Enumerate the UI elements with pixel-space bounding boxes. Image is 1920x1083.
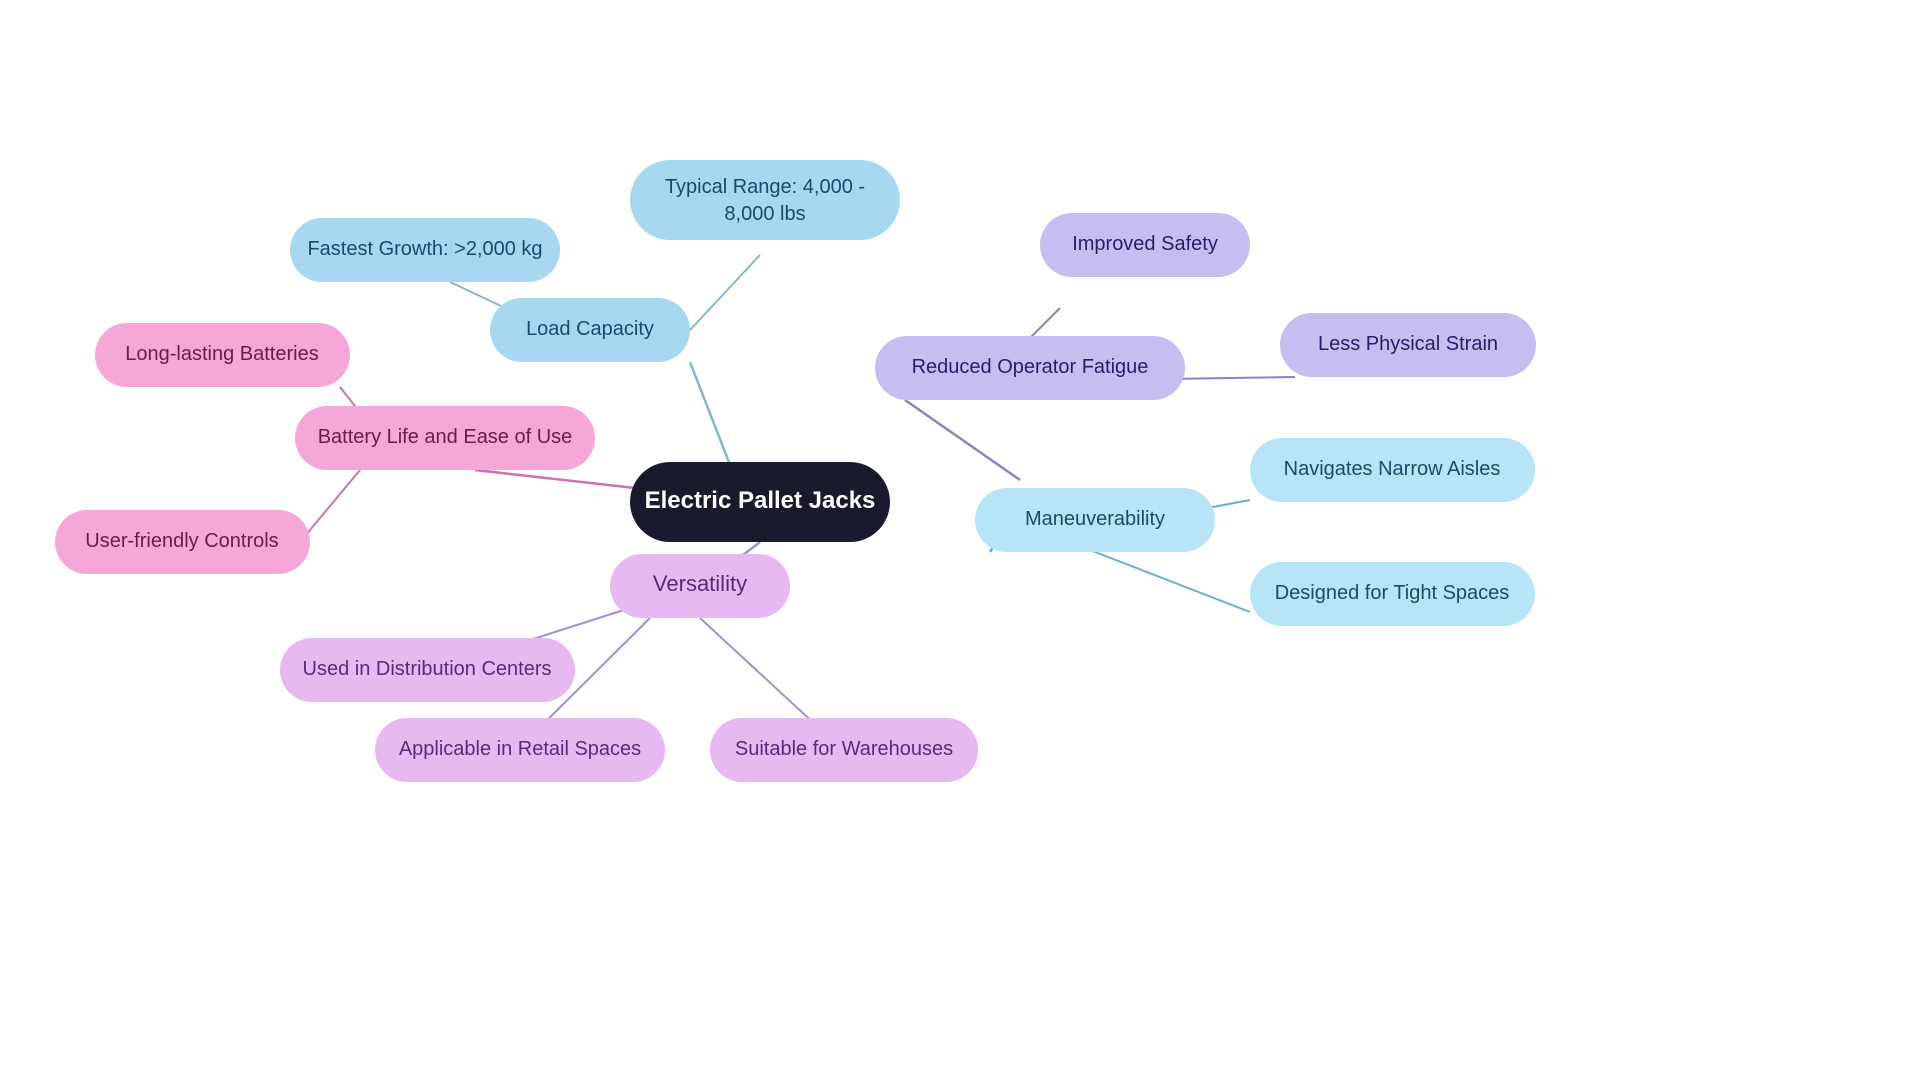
svg-text:Versatility: Versatility: [653, 571, 747, 596]
svg-text:Electric Pallet Jacks: Electric Pallet Jacks: [645, 487, 876, 514]
svg-text:Fastest Growth: >2,000 kg: Fastest Growth: >2,000 kg: [307, 238, 542, 260]
svg-text:Designed for Tight Spaces: Designed for Tight Spaces: [1275, 582, 1510, 604]
svg-text:Used in Distribution Centers: Used in Distribution Centers: [303, 658, 552, 680]
svg-text:Typical Range: 4,000 -: Typical Range: 4,000 -: [665, 176, 865, 198]
svg-text:Suitable for Warehouses: Suitable for Warehouses: [735, 738, 953, 760]
svg-text:8,000 lbs: 8,000 lbs: [724, 203, 805, 225]
svg-text:User-friendly Controls: User-friendly Controls: [85, 530, 278, 552]
svg-text:Navigates Narrow Aisles: Navigates Narrow Aisles: [1284, 458, 1501, 480]
svg-text:Reduced Operator Fatigue: Reduced Operator Fatigue: [912, 356, 1149, 378]
svg-text:Less Physical Strain: Less Physical Strain: [1318, 333, 1498, 355]
svg-text:Maneuverability: Maneuverability: [1025, 508, 1165, 530]
svg-text:Battery Life and Ease of Use: Battery Life and Ease of Use: [318, 426, 573, 448]
svg-text:Long-lasting Batteries: Long-lasting Batteries: [125, 343, 318, 365]
svg-text:Applicable in Retail Spaces: Applicable in Retail Spaces: [399, 738, 641, 760]
svg-text:Improved Safety: Improved Safety: [1072, 233, 1218, 255]
svg-text:Load Capacity: Load Capacity: [526, 318, 654, 340]
